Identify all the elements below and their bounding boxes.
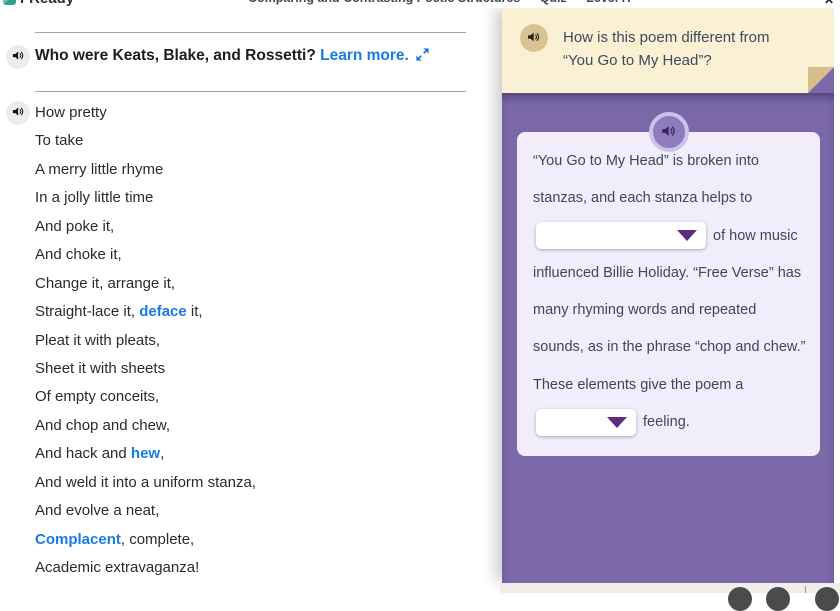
- poem-text: Straight-lace it,: [35, 303, 140, 321]
- top-bar: i-Ready Comparing and Contrasting Poetic…: [0, 0, 840, 8]
- speaker-icon: [11, 48, 26, 66]
- poem-line: To take: [35, 127, 256, 155]
- question-box: How is this poem different from “You Go …: [502, 7, 834, 93]
- poem-text: it,: [186, 303, 203, 321]
- answer-area: “You Go to My Head” is broken into stanz…: [502, 93, 834, 583]
- close-icon[interactable]: ✕: [824, 0, 834, 7]
- poem-text: To take: [35, 132, 84, 150]
- answer-card: “You Go to My Head” is broken into stanz…: [517, 112, 820, 456]
- divider: [35, 32, 466, 33]
- poem-line: And chop and chew,: [35, 412, 256, 440]
- vocab-word-link[interactable]: deface: [139, 303, 187, 320]
- expand-icon[interactable]: [415, 48, 430, 66]
- footer-button[interactable]: [766, 587, 790, 611]
- footer-button[interactable]: [728, 587, 752, 611]
- iready-logo-icon: [3, 0, 16, 5]
- poem-text: Of empty conceits,: [35, 388, 160, 406]
- answer-dropdown-1[interactable]: [536, 222, 706, 250]
- audio-button[interactable]: [6, 101, 30, 125]
- poem-text: Sheet it with sheets: [35, 359, 166, 377]
- vocab-question-row: Who were Keats, Blake, and Rossetti? Lea…: [35, 47, 485, 67]
- poem-text: ,: [160, 445, 165, 463]
- poem-line: And evolve a neat,: [35, 497, 256, 525]
- poem-text: Academic extravaganza!: [35, 559, 200, 576]
- poem-line: How pretty: [35, 99, 256, 127]
- footer-bar: [500, 583, 840, 611]
- speaker-icon: [11, 104, 26, 122]
- footer-button[interactable]: [815, 587, 839, 611]
- speaker-icon: [526, 29, 542, 48]
- poem-text: Pleat it with pleats,: [35, 331, 161, 349]
- audio-button[interactable]: [6, 45, 30, 69]
- poem-line: Sheet it with sheets: [35, 355, 256, 383]
- poem-line: In a jolly little time: [35, 184, 256, 212]
- poem-text: Change it, arrange it,: [35, 274, 176, 292]
- poem-line: Straight-lace it, deface it,: [35, 298, 256, 326]
- poem-line: And hack and hew,: [35, 440, 256, 468]
- poem-text: , complete,: [120, 530, 195, 548]
- poem-text: A merry little rhyme: [35, 160, 164, 178]
- question-panel: How is this poem different from “You Go …: [502, 7, 834, 583]
- poem-text: And weld it into a uniform stanza,: [35, 473, 256, 491]
- folded-corner-cut: [808, 67, 834, 93]
- question-text: How is this poem different from “You Go …: [563, 26, 769, 72]
- poem-line: Change it, arrange it,: [35, 270, 256, 298]
- poem-line: Complacent, complete,: [35, 526, 256, 554]
- cloze-text: feeling.: [643, 414, 690, 431]
- question-line: “You Go to My Head”?: [563, 52, 712, 69]
- cloze-sentence: “You Go to My Head” is broken into stanz…: [517, 132, 820, 441]
- poem-line: And poke it,: [35, 213, 256, 241]
- poem-line: And weld it into a uniform stanza,: [35, 469, 256, 497]
- cloze-text: “You Go to My Head” is broken into stanz…: [533, 153, 759, 207]
- poem-text: And hack and: [35, 445, 131, 463]
- poem-line: Pleat it with pleats,: [35, 327, 256, 355]
- poem-line: Of empty conceits,: [35, 383, 256, 411]
- answer-dropdown-2[interactable]: [536, 408, 636, 436]
- poem-line: A merry little rhyme: [35, 156, 256, 184]
- poem-text: And poke it,: [35, 217, 115, 235]
- question-line: How is this poem different from: [563, 29, 770, 46]
- vocab-question-text: Who were Keats, Blake, and Rossetti?: [35, 47, 316, 64]
- poem-text: And choke it,: [35, 246, 122, 264]
- poem-line: And choke it,: [35, 241, 256, 269]
- learn-more-link[interactable]: Learn more.: [320, 47, 409, 64]
- chevron-down-icon: [607, 416, 627, 428]
- cloze-text: of how music influenced Billie Holiday. …: [533, 227, 806, 393]
- poem-text: And evolve a neat,: [35, 502, 160, 520]
- poem-text: In a jolly little time: [35, 189, 154, 207]
- footer-divider: [805, 586, 806, 593]
- divider: [35, 91, 466, 92]
- iready-logo: i-Ready: [3, 0, 74, 7]
- poem-text: And chop and chew,: [35, 416, 171, 434]
- quiz-title: Comparing and Contrasting Poetic Structu…: [248, 0, 631, 5]
- audio-button[interactable]: [520, 24, 548, 52]
- chevron-down-icon: [677, 230, 697, 242]
- poem: How pretty To take A merry little rhyme …: [35, 99, 256, 582]
- vocab-word-link[interactable]: hew: [131, 445, 160, 462]
- poem-text: How pretty: [35, 104, 107, 121]
- iready-logo-text: i-Ready: [20, 0, 74, 7]
- speaker-icon: [660, 122, 678, 143]
- poem-line: Academic extravaganza!: [35, 554, 256, 582]
- audio-button[interactable]: [648, 112, 689, 152]
- vocab-word-link[interactable]: Complacent: [35, 531, 121, 548]
